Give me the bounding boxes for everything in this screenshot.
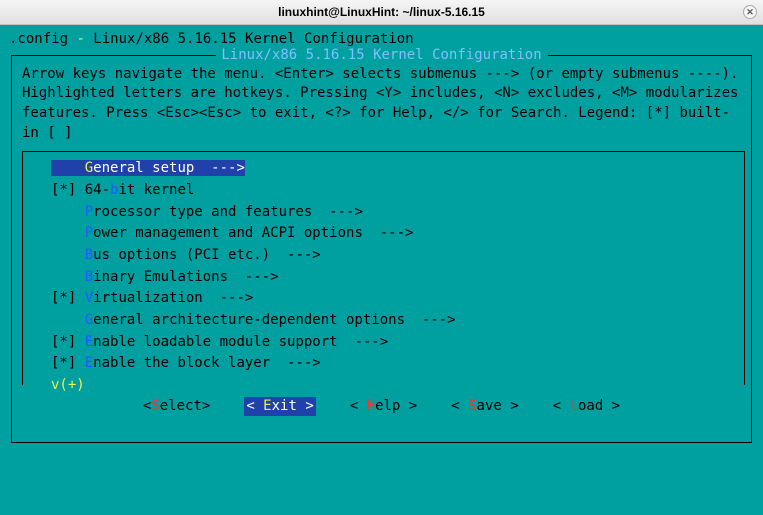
dialog-button-2[interactable]: < Help > [350, 397, 417, 416]
help-text: Arrow keys navigate the menu. <Enter> se… [22, 65, 741, 143]
dialog-button-0[interactable]: <Select> [143, 397, 210, 416]
dialog-title: Linux/x86 5.16.15 Kernel Configuration [215, 46, 547, 65]
menu-item-7[interactable]: General architecture-dependent options -… [51, 310, 716, 332]
window-titlebar: linuxhint@LinuxHint: ~/linux-5.16.15 ✕ [0, 0, 763, 25]
menu-item-5[interactable]: Binary Emulations ---> [51, 267, 716, 289]
window-title: linuxhint@LinuxHint: ~/linux-5.16.15 [278, 5, 485, 19]
dialog-button-3[interactable]: < Save > [451, 397, 518, 416]
main-dialog: Linux/x86 5.16.15 Kernel Configuration A… [11, 55, 752, 443]
menu-item-2[interactable]: Processor type and features ---> [51, 202, 716, 224]
close-icon[interactable]: ✕ [743, 5, 757, 19]
dialog-button-4[interactable]: < Load > [553, 397, 620, 416]
dialog-button-1[interactable]: < Exit > [244, 397, 315, 416]
button-row: <Select> < Exit > < Help > < Save > < Load > [22, 385, 741, 424]
menu-item-1[interactable]: [*] 64-bit kernel [51, 180, 716, 202]
menu-item-6[interactable]: [*] Virtualization ---> [51, 288, 716, 310]
menu-item-4[interactable]: Bus options (PCI etc.) ---> [51, 245, 716, 267]
menu-item-3[interactable]: Power management and ACPI options ---> [51, 223, 716, 245]
menu-list: General setup --->[*] 64-bit kernel Proc… [22, 151, 745, 385]
terminal-area: .config - Linux/x86 5.16.15 Kernel Confi… [0, 25, 763, 515]
menu-item-8[interactable]: [*] Enable loadable module support ---> [51, 332, 716, 354]
menu-item-9[interactable]: [*] Enable the block layer ---> [51, 353, 716, 375]
menu-item-0[interactable]: General setup ---> [51, 158, 716, 180]
